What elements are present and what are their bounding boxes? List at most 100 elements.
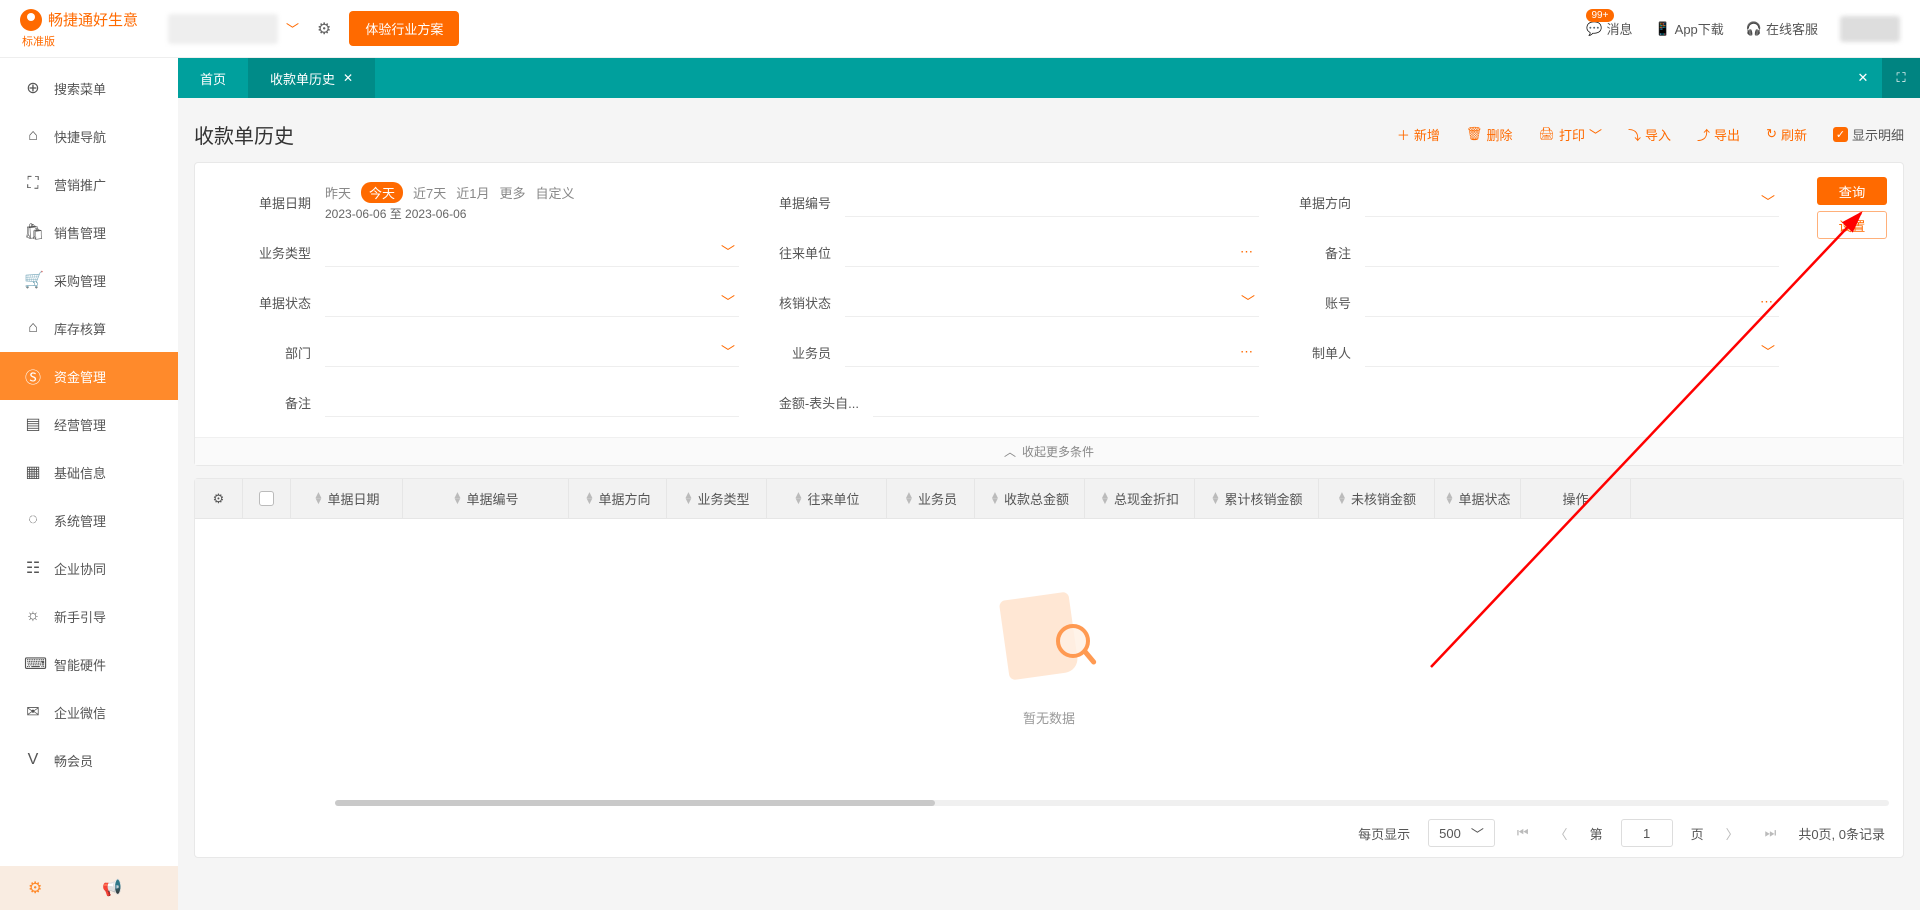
date-pill-4[interactable]: 更多 (500, 183, 526, 202)
messages-link[interactable]: 💬 消息 99+ (1586, 19, 1632, 38)
gear-icon[interactable]: ⚙ (317, 19, 331, 39)
dept-select[interactable]: ﹀ (325, 337, 739, 367)
sidebar-item-5[interactable]: ⌂库存核算 (0, 304, 178, 352)
title-actions: ＋新增 🗑删除 🖨打印 ﹀ ⤵导入 ⤴导出 ↻刷新 ✓显示明细 (1397, 125, 1904, 144)
print-button[interactable]: 🖨打印 ﹀ (1538, 125, 1602, 144)
org-switcher[interactable]: ﹀ (168, 14, 299, 44)
settings-button[interactable]: 设置 (1817, 211, 1887, 239)
delete-button[interactable]: 🗑删除 (1466, 125, 1513, 144)
column-header[interactable]: ▲▼总现金折扣 (1085, 479, 1195, 519)
horizontal-scrollbar[interactable] (195, 797, 1903, 809)
settings-icon[interactable]: ⚙ (28, 878, 42, 898)
announce-icon[interactable]: 📢 (102, 878, 122, 898)
sidebar-item-8[interactable]: ▦基础信息 (0, 448, 178, 496)
user-avatar[interactable] (1840, 16, 1900, 42)
sidebar-item-7[interactable]: ▤ 经营管理 (0, 400, 178, 448)
remark2-input[interactable] (325, 387, 739, 417)
page-suffix: 页 (1691, 824, 1704, 843)
date-pill-5[interactable]: 自定义 (536, 183, 575, 202)
sidebar-item-6[interactable]: Ⓢ资金管理 (0, 352, 178, 400)
creator-select[interactable]: ﹀ (1365, 337, 1779, 367)
prev-page-button[interactable]: 〈 (1551, 824, 1572, 843)
nav-label: 经营管理 (54, 415, 106, 434)
date-pill-0[interactable]: 昨天 (325, 183, 351, 202)
tab-home[interactable]: 首页 (178, 58, 248, 98)
export-icon: ⤴ (1697, 125, 1710, 144)
tab-close-button[interactable]: ✕ (1844, 58, 1882, 98)
export-button[interactable]: ⤴导出 (1697, 125, 1740, 144)
sidebar-footer: ⚙ 📢 (0, 866, 178, 910)
sort-icon: ▲▼ (1445, 493, 1455, 505)
message-icon: 💬 (1586, 21, 1602, 37)
verify-select[interactable]: ﹀ (845, 287, 1259, 317)
nav-label: 企业微信 (54, 703, 106, 722)
sidebar-item-13[interactable]: ✉企业微信 (0, 688, 178, 736)
staff-select[interactable]: ⋯ (845, 337, 1259, 367)
nav-icon: ▤ (24, 414, 42, 434)
sidebar-item-9[interactable]: ◌系统管理 (0, 496, 178, 544)
query-button[interactable]: 查询 (1817, 177, 1887, 205)
column-header[interactable]: ▲▼收款总金额 (975, 479, 1085, 519)
column-header[interactable]: ▲▼累计核销金额 (1195, 479, 1319, 519)
next-page-button[interactable]: 〉 (1722, 824, 1743, 843)
show-detail-toggle[interactable]: ✓显示明细 (1833, 125, 1904, 144)
close-icon[interactable]: ✕ (343, 71, 353, 85)
table-settings-header[interactable]: ⚙ (195, 479, 243, 519)
support-label: 在线客服 (1766, 19, 1818, 38)
column-header[interactable]: 操作 (1521, 479, 1631, 519)
sidebar-item-10[interactable]: ☷企业协同 (0, 544, 178, 592)
column-header[interactable]: ▲▼业务员 (887, 479, 975, 519)
collapse-filters[interactable]: ︿ 收起更多条件 (195, 437, 1903, 465)
biztype-select[interactable]: ﹀ (325, 237, 739, 267)
partner-select[interactable]: ⋯ (845, 237, 1259, 267)
data-table: ⚙ ▲▼单据日期▲▼单据编号▲▼单据方向▲▼业务类型▲▼往来单位▲▼业务员▲▼收… (194, 478, 1904, 858)
sort-icon: ▲▼ (453, 493, 463, 505)
import-button[interactable]: ⤵导入 (1628, 125, 1671, 144)
date-pill-3[interactable]: 近1月 (456, 183, 489, 202)
sidebar-item-4[interactable]: 🛒采购管理 (0, 256, 178, 304)
date-pill-1[interactable]: 今天 (361, 182, 403, 203)
column-header[interactable]: ▲▼往来单位 (767, 479, 887, 519)
column-header[interactable]: ▲▼业务类型 (667, 479, 767, 519)
experience-button[interactable]: 体验行业方案 (349, 11, 459, 46)
doc-no-input[interactable] (845, 187, 1259, 217)
filter-staff-label: 业务员 (739, 343, 831, 362)
refresh-button[interactable]: ↻刷新 (1766, 125, 1807, 144)
sidebar-item-1[interactable]: ⌂快捷导航 (0, 112, 178, 160)
select-all-header[interactable] (243, 479, 291, 519)
sidebar-item-3[interactable]: 🛍销售管理 (0, 208, 178, 256)
more-icon: ⋯ (1240, 344, 1255, 360)
column-header[interactable]: ▲▼单据日期 (291, 479, 403, 519)
amounthead-input[interactable] (873, 387, 1259, 417)
app-download-link[interactable]: 📱 App下载 (1654, 19, 1723, 38)
direction-select[interactable]: ﹀ (1365, 187, 1779, 217)
add-button[interactable]: ＋新增 (1397, 125, 1440, 144)
docstatus-select[interactable]: ﹀ (325, 287, 739, 317)
last-page-button[interactable]: ⏭ (1761, 825, 1781, 841)
messages-badge: 99+ (1586, 9, 1615, 22)
filter-remark2-label: 备注 (219, 393, 311, 412)
chevron-up-icon: ︿ (1004, 443, 1016, 460)
tab-receipts-history[interactable]: 收款单历史 ✕ (248, 58, 375, 98)
sidebar-item-2[interactable]: ⛶营销推广 (0, 160, 178, 208)
gear-icon: ⚙ (213, 491, 225, 507)
support-link[interactable]: 🎧 在线客服 (1746, 19, 1818, 38)
nav-icon: 🛒 (24, 270, 42, 290)
sidebar-item-11[interactable]: ☼新手引导 (0, 592, 178, 640)
fullscreen-button[interactable]: ⛶ (1882, 58, 1920, 98)
column-header[interactable]: ▲▼单据状态 (1435, 479, 1521, 519)
first-page-button[interactable]: ⏮ (1513, 825, 1533, 841)
page-number-input[interactable]: 1 (1621, 819, 1673, 847)
total-records: 共0页, 0条记录 (1798, 824, 1885, 843)
sidebar-item-12[interactable]: ⌨智能硬件 (0, 640, 178, 688)
column-header[interactable]: ▲▼单据编号 (403, 479, 569, 519)
column-header[interactable]: ▲▼未核销金额 (1319, 479, 1435, 519)
sidebar-item-0[interactable]: ⊕搜索菜单 (0, 64, 178, 112)
date-pill-2[interactable]: 近7天 (413, 183, 446, 202)
sidebar-item-14[interactable]: V畅会员 (0, 736, 178, 784)
account-select[interactable]: ⋯ (1365, 287, 1779, 317)
remark-input[interactable] (1365, 237, 1779, 267)
per-page-select[interactable]: 500 ﹀ (1428, 819, 1495, 847)
chevron-down-icon: ﹀ (721, 292, 735, 312)
column-header[interactable]: ▲▼单据方向 (569, 479, 667, 519)
